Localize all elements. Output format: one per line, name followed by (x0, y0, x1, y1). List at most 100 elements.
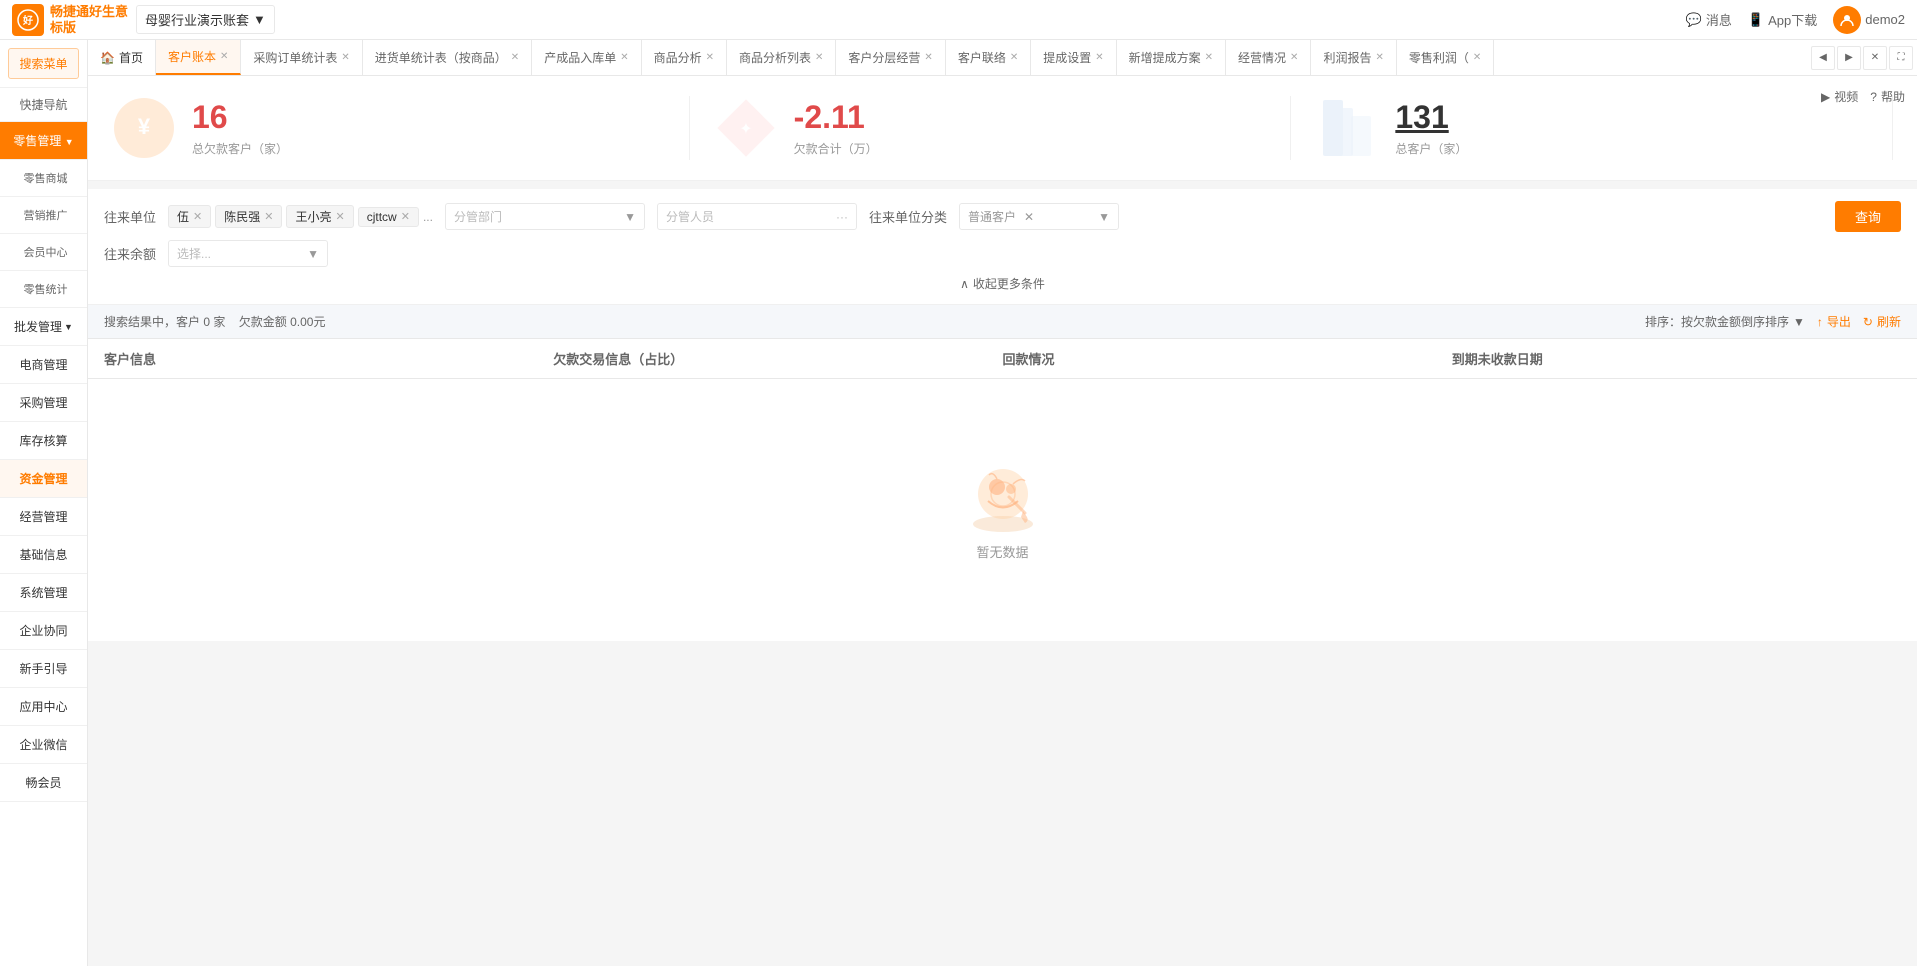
total-customers-label: 总客户（家） (1395, 140, 1467, 157)
tab-scroll-left[interactable]: ◀ (1811, 46, 1835, 70)
tab-scroll-right[interactable]: ▶ (1837, 46, 1861, 70)
col-repayment: 回款情况 (1003, 349, 1452, 368)
sidebar-item-retail[interactable]: 零售管理 ▼ (0, 122, 87, 160)
sidebar-item-inventory[interactable]: 库存核算 (0, 422, 87, 460)
sidebar-item-enterprise-wechat[interactable]: 企业微信 (0, 726, 87, 764)
sidebar-item-enterprise[interactable]: 企业协同 (0, 612, 87, 650)
close-icon[interactable]: ✕ (1375, 52, 1383, 63)
sidebar-item-finance[interactable]: 资金管理 (0, 460, 87, 498)
help-button[interactable]: ? 帮助 (1870, 88, 1905, 105)
sidebar-item-member[interactable]: 会员中心 (0, 234, 87, 271)
tab-promotion-settings[interactable]: 提成设置 ✕ (1031, 40, 1116, 75)
close-icon[interactable]: ✕ (815, 52, 823, 63)
help-icon: ? (1870, 90, 1877, 104)
tab-inbound-stats[interactable]: 进货单统计表（按商品） ✕ (363, 40, 532, 75)
tab-maximize[interactable]: ⛶ (1889, 46, 1913, 70)
tab-purchase-order[interactable]: 采购订单统计表 ✕ (241, 40, 362, 75)
tab-product-analysis-list[interactable]: 商品分析列表 ✕ (727, 40, 836, 75)
close-icon[interactable]: ✕ (511, 52, 519, 63)
username: demo2 (1865, 12, 1905, 27)
video-help-button[interactable]: ▶ 视频 (1821, 88, 1858, 105)
stat-values-amount: -2.11 欠款合计（万） (794, 99, 878, 157)
tab-product-inbound[interactable]: 产成品入库单 ✕ (532, 40, 641, 75)
unit-category-label: 往来单位分类 (869, 207, 947, 226)
tab-retail-profit[interactable]: 零售利润（ ✕ (1397, 40, 1494, 75)
sidebar-item-new-user[interactable]: 新手引导 (0, 650, 87, 688)
sidebar-item-retail-stats[interactable]: 零售统计 (0, 271, 87, 308)
close-icon[interactable]: ✕ (1095, 52, 1103, 63)
refresh-button[interactable]: ↻ 刷新 (1863, 313, 1901, 330)
tab-close-all[interactable]: ✕ (1863, 46, 1887, 70)
chevron-down-icon: ▼ (1793, 315, 1805, 329)
app-download-button[interactable]: 📱 App下载 (1748, 10, 1817, 29)
close-icon[interactable]: ✕ (1290, 52, 1298, 63)
empty-state: 暂无数据 (88, 379, 1917, 641)
remove-tag-cjttcw[interactable]: ✕ (401, 210, 410, 223)
sidebar-item-purchase[interactable]: 采购管理 (0, 384, 87, 422)
filter-tag-wu: 伍 ✕ (168, 205, 211, 228)
close-icon[interactable]: ✕ (220, 51, 228, 62)
tab-new-promotion[interactable]: 新增提成方案 ✕ (1117, 40, 1226, 75)
filter-more-button[interactable]: ... (423, 210, 433, 224)
sidebar-item-ecommerce[interactable]: 电商管理 (0, 346, 87, 384)
remove-tag-wang[interactable]: ✕ (336, 210, 345, 223)
balance-filter-select[interactable]: 选择... ▼ (168, 240, 328, 267)
tab-business-status[interactable]: 经营情况 ✕ (1226, 40, 1311, 75)
user-menu[interactable]: demo2 (1833, 6, 1905, 34)
tab-customer-segment[interactable]: 客户分层经营 ✕ (836, 40, 945, 75)
close-icon[interactable]: ✕ (1010, 52, 1018, 63)
close-icon[interactable]: ✕ (924, 52, 932, 63)
tab-customer-account[interactable]: 客户账本 ✕ (156, 40, 241, 75)
tab-home[interactable]: 🏠 首页 (88, 40, 156, 75)
dept-filter-select[interactable]: 分管部门 ▼ (445, 203, 645, 230)
search-menu-button[interactable]: 搜索菜单 (8, 48, 79, 79)
balance-filter-label: 往来余额 (104, 244, 156, 263)
stat-values-total: 131 总客户（家） (1395, 99, 1467, 157)
quick-nav-button[interactable]: 快捷导航 (0, 88, 87, 122)
query-button[interactable]: 查询 (1835, 201, 1901, 232)
page-content: ¥ 16 总欠款客户（家） ✦ (88, 76, 1917, 966)
sidebar-item-basic-info[interactable]: 基础信息 (0, 536, 87, 574)
phone-icon: 📱 (1748, 12, 1764, 28)
sidebar-item-system[interactable]: 系统管理 (0, 574, 87, 612)
remove-tag-chen[interactable]: ✕ (264, 210, 273, 223)
tab-actions: ◀ ▶ ✕ ⛶ (1807, 46, 1917, 70)
data-table: 客户信息 欠款交易信息（占比） 回款情况 到期未收款日期 (88, 339, 1917, 641)
account-selector[interactable]: 母婴行业演示账套 ▼ (136, 5, 275, 34)
svg-text:¥: ¥ (138, 114, 151, 139)
person-filter-select[interactable]: 分管人员 ··· (657, 203, 857, 230)
close-icon[interactable]: ✕ (706, 52, 714, 63)
export-button[interactable]: ↑ 导出 (1817, 313, 1851, 330)
filter-area: 往来单位 伍 ✕ 陈民强 ✕ 王小亮 ✕ (88, 189, 1917, 305)
filter-tag-wang: 王小亮 ✕ (286, 205, 353, 228)
sidebar-item-vip-member[interactable]: 畅会员 (0, 764, 87, 802)
logo-icon: 好 (12, 4, 44, 36)
stat-help-buttons: ▶ 视频 ? 帮助 (1821, 88, 1905, 105)
sidebar: 搜索菜单 快捷导航 零售管理 ▼ 零售商城 营销推广 会员中心 零售统计 批发管… (0, 40, 88, 966)
tab-customer-contact[interactable]: 客户联络 ✕ (946, 40, 1031, 75)
stat-total-customers: 131 总客户（家） (1291, 96, 1893, 160)
results-actions: 排序：按欠款金额倒序排序 ▼ ↑ 导出 ↻ 刷新 (1645, 313, 1901, 330)
close-icon[interactable]: ✕ (620, 52, 628, 63)
sort-button[interactable]: 排序：按欠款金额倒序排序 ▼ (1645, 313, 1805, 330)
sidebar-item-app-center[interactable]: 应用中心 (0, 688, 87, 726)
message-button[interactable]: 💬 消息 (1686, 10, 1732, 29)
unit-category-select[interactable]: 普通客户 ✕ ▼ (959, 203, 1119, 230)
export-icon: ↑ (1817, 315, 1823, 329)
sidebar-item-wholesale[interactable]: 批发管理 ▼ (0, 308, 87, 346)
stat-credit-customers: ¥ 16 总欠款客户（家） (112, 96, 690, 160)
remove-category[interactable]: ✕ (1024, 210, 1034, 224)
account-name: 母婴行业演示账套 (145, 10, 249, 29)
close-icon[interactable]: ✕ (341, 52, 349, 63)
close-icon[interactable]: ✕ (1205, 52, 1213, 63)
chevron-up-icon: ∧ (960, 277, 969, 291)
close-icon[interactable]: ✕ (1473, 52, 1481, 63)
tab-profit-report[interactable]: 利润报告 ✕ (1311, 40, 1396, 75)
filter-row-2: 往来余额 选择... ▼ (104, 240, 1901, 267)
sidebar-item-retail-mall[interactable]: 零售商城 (0, 160, 87, 197)
tab-product-analysis[interactable]: 商品分析 ✕ (642, 40, 727, 75)
sidebar-item-marketing[interactable]: 营销推广 (0, 197, 87, 234)
remove-tag-wu[interactable]: ✕ (193, 210, 202, 223)
collapse-button[interactable]: ∧ 收起更多条件 (104, 275, 1901, 292)
sidebar-item-operation[interactable]: 经营管理 (0, 498, 87, 536)
